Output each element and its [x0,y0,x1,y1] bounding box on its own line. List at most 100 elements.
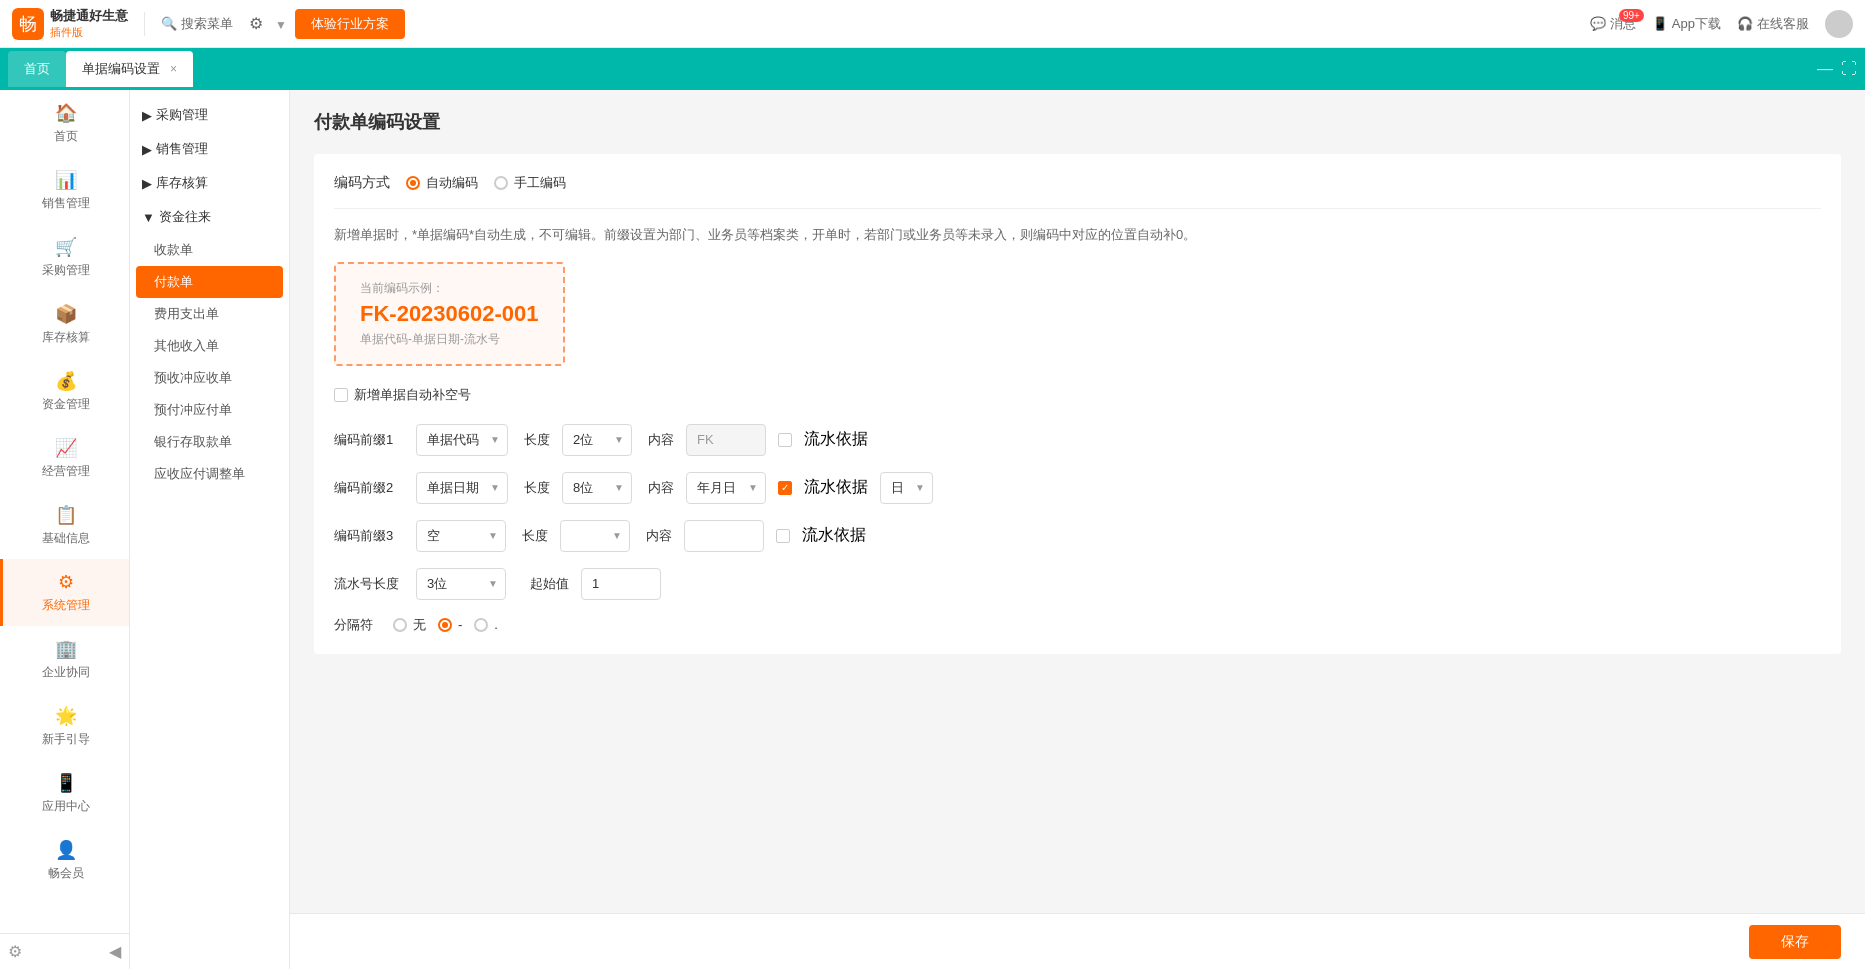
topbar: 畅 畅捷通好生意 插件版 🔍 搜索菜单 ⚙ ▼ 体验行业方案 💬 消息 99+ … [0,0,1865,48]
main-layout: 🏠 首页 📊 销售管理 🛒 采购管理 📦 库存核算 💰 资金管理 📈 经营管理 … [0,90,1865,969]
start-value-input[interactable] [581,568,661,600]
separator-label: 分隔符 [334,616,373,634]
dropdown-toggle[interactable]: ▼ [275,15,287,33]
content2-label: 内容 [648,479,674,497]
messages-badge: 99+ [1619,9,1644,22]
sidebar-item-system[interactable]: ⚙ 系统管理 [0,559,129,626]
sub-menu-finance: ▼ 资金往来 收款单 付款单 费用支出单 其他收入单 预收冲应收单 预付冲应付单… [130,200,289,490]
collapse-icon[interactable]: ◀ [109,942,121,961]
sub-menu-finance-title[interactable]: ▼ 资金往来 [130,200,289,234]
length3-select[interactable] [560,520,630,552]
sub-menu-item-income[interactable]: 其他收入单 [130,330,289,362]
app-download-button[interactable]: 📱 App下载 [1652,15,1721,33]
minimize-icon[interactable]: — [1817,60,1833,78]
avatar[interactable] [1825,10,1853,38]
content2-select[interactable]: 年月日 [686,472,766,504]
page-title: 付款单编码设置 [314,110,1841,134]
save-button[interactable]: 保存 [1749,925,1841,959]
separator-none-option[interactable]: 无 [393,616,426,634]
sub-menu-item-adjustment[interactable]: 应收应付调整单 [130,458,289,490]
encode-mode-label: 编码方式 [334,174,390,192]
sidebar-item-guide[interactable]: 🌟 新手引导 [0,693,129,760]
separator-dot-option[interactable]: . [474,617,498,632]
sub-menu-item-payment[interactable]: 付款单 [136,266,283,298]
online-service-button[interactable]: 🎧 在线客服 [1737,15,1809,33]
auto-encode-option[interactable]: 自动编码 [406,174,478,192]
sub-menu-item-bank[interactable]: 银行存取款单 [130,426,289,458]
tab-encode-settings[interactable]: 单据编码设置 × [66,51,193,87]
sub-menu-inventory-title[interactable]: ▶ 库存核算 [130,166,289,200]
content2-select-wrapper: 年月日 ▼ [686,472,766,504]
home-icon: 🏠 [55,102,77,124]
separator-dash-option[interactable]: - [438,617,462,632]
topbar-divider [144,12,145,36]
content1-input[interactable] [686,424,766,456]
member-icon: 👤 [55,839,77,861]
encode-mode-section: 编码方式 自动编码 手工编码 [334,174,1821,209]
stream3-checkbox[interactable] [776,529,790,543]
auto-encode-radio[interactable] [406,176,420,190]
separator-dot-radio[interactable] [474,618,488,632]
industry-button[interactable]: 体验行业方案 [295,9,405,39]
manual-encode-radio[interactable] [494,176,508,190]
sales-icon: 📊 [55,169,77,191]
content3-input[interactable] [684,520,764,552]
prefix1-select[interactable]: 单据代码 [416,424,508,456]
length2-select[interactable]: 8位 [562,472,632,504]
prefix1-select-wrapper: 单据代码 ▼ [416,424,508,456]
stream2-sub-select[interactable]: 日 [880,472,933,504]
arrow-icon: ▶ [142,108,152,123]
operation-icon: 📈 [55,437,77,459]
serial-length-select[interactable]: 3位 [416,568,506,600]
stream2-checkbox[interactable]: ✓ [778,481,792,495]
sub-menu-purchase-title[interactable]: ▶ 采购管理 [130,98,289,132]
basic-icon: 📋 [55,504,77,526]
sub-menu-sales-title[interactable]: ▶ 销售管理 [130,132,289,166]
sidebar-item-member[interactable]: 👤 畅会员 [0,827,129,894]
length3-label: 长度 [522,527,548,545]
topbar-right: 💬 消息 99+ 📱 App下载 🎧 在线客服 [1590,10,1853,38]
stream1-checkbox[interactable] [778,433,792,447]
sub-menu-item-expense[interactable]: 费用支出单 [130,298,289,330]
prefix1-label: 编码前缀1 [334,431,404,449]
separator-dash-radio[interactable] [438,618,452,632]
sidebar-item-finance[interactable]: 💰 资金管理 [0,358,129,425]
sub-menu-item-prepay-receivable[interactable]: 预收冲应收单 [130,362,289,394]
sidebar-item-operation[interactable]: 📈 经营管理 [0,425,129,492]
sidebar-item-sales[interactable]: 📊 销售管理 [0,157,129,224]
sidebar-item-inventory[interactable]: 📦 库存核算 [0,291,129,358]
auto-fill-row: 新增单据自动补空号 [334,386,1821,404]
messages-button[interactable]: 💬 消息 99+ [1590,15,1636,33]
auto-fill-checkbox[interactable] [334,388,348,402]
tab-close-icon[interactable]: × [170,62,177,76]
sub-menu-item-receipt[interactable]: 收款单 [130,234,289,266]
stream3-label: 流水依据 [802,525,866,546]
manual-encode-option[interactable]: 手工编码 [494,174,566,192]
prefix3-select[interactable]: 空 [416,520,506,552]
page-footer: 保存 [290,913,1865,969]
gear-settings[interactable]: ⚙ [249,14,263,33]
maximize-icon[interactable]: ⛶ [1841,60,1857,78]
separator-none-radio[interactable] [393,618,407,632]
settings-card: 编码方式 自动编码 手工编码 新增单据时，*单据编码*自动生成，不可编 [314,154,1841,654]
start-value-label: 起始值 [530,575,569,593]
prefix2-select[interactable]: 单据日期 [416,472,508,504]
arrow-icon: ▶ [142,142,152,157]
sidebar-item-basic[interactable]: 📋 基础信息 [0,492,129,559]
arrow-icon: ▶ [142,176,152,191]
sidebar-item-app[interactable]: 📱 应用中心 [0,760,129,827]
sidebar-item-purchase[interactable]: 🛒 采购管理 [0,224,129,291]
sidebar-item-home[interactable]: 🏠 首页 [0,90,129,157]
sub-menu-item-prepay-payable[interactable]: 预付冲应付单 [130,394,289,426]
inventory-icon: 📦 [55,303,77,325]
settings-icon[interactable]: ⚙ [8,942,22,961]
encode-prefix-row-1: 编码前缀1 单据代码 ▼ 长度 2位 [334,424,1821,456]
search-menu[interactable]: 🔍 搜索菜单 [161,15,233,33]
sub-menu-inventory: ▶ 库存核算 [130,166,289,200]
tab-home[interactable]: 首页 [8,51,66,87]
content: ▶ 采购管理 ▶ 销售管理 ▶ 库存核算 [130,90,1865,969]
length3-select-wrapper: ▼ [560,520,630,552]
sidebar-item-enterprise[interactable]: 🏢 企业协同 [0,626,129,693]
length1-select[interactable]: 2位 [562,424,632,456]
preview-code: FK-20230602-001 [360,301,539,327]
